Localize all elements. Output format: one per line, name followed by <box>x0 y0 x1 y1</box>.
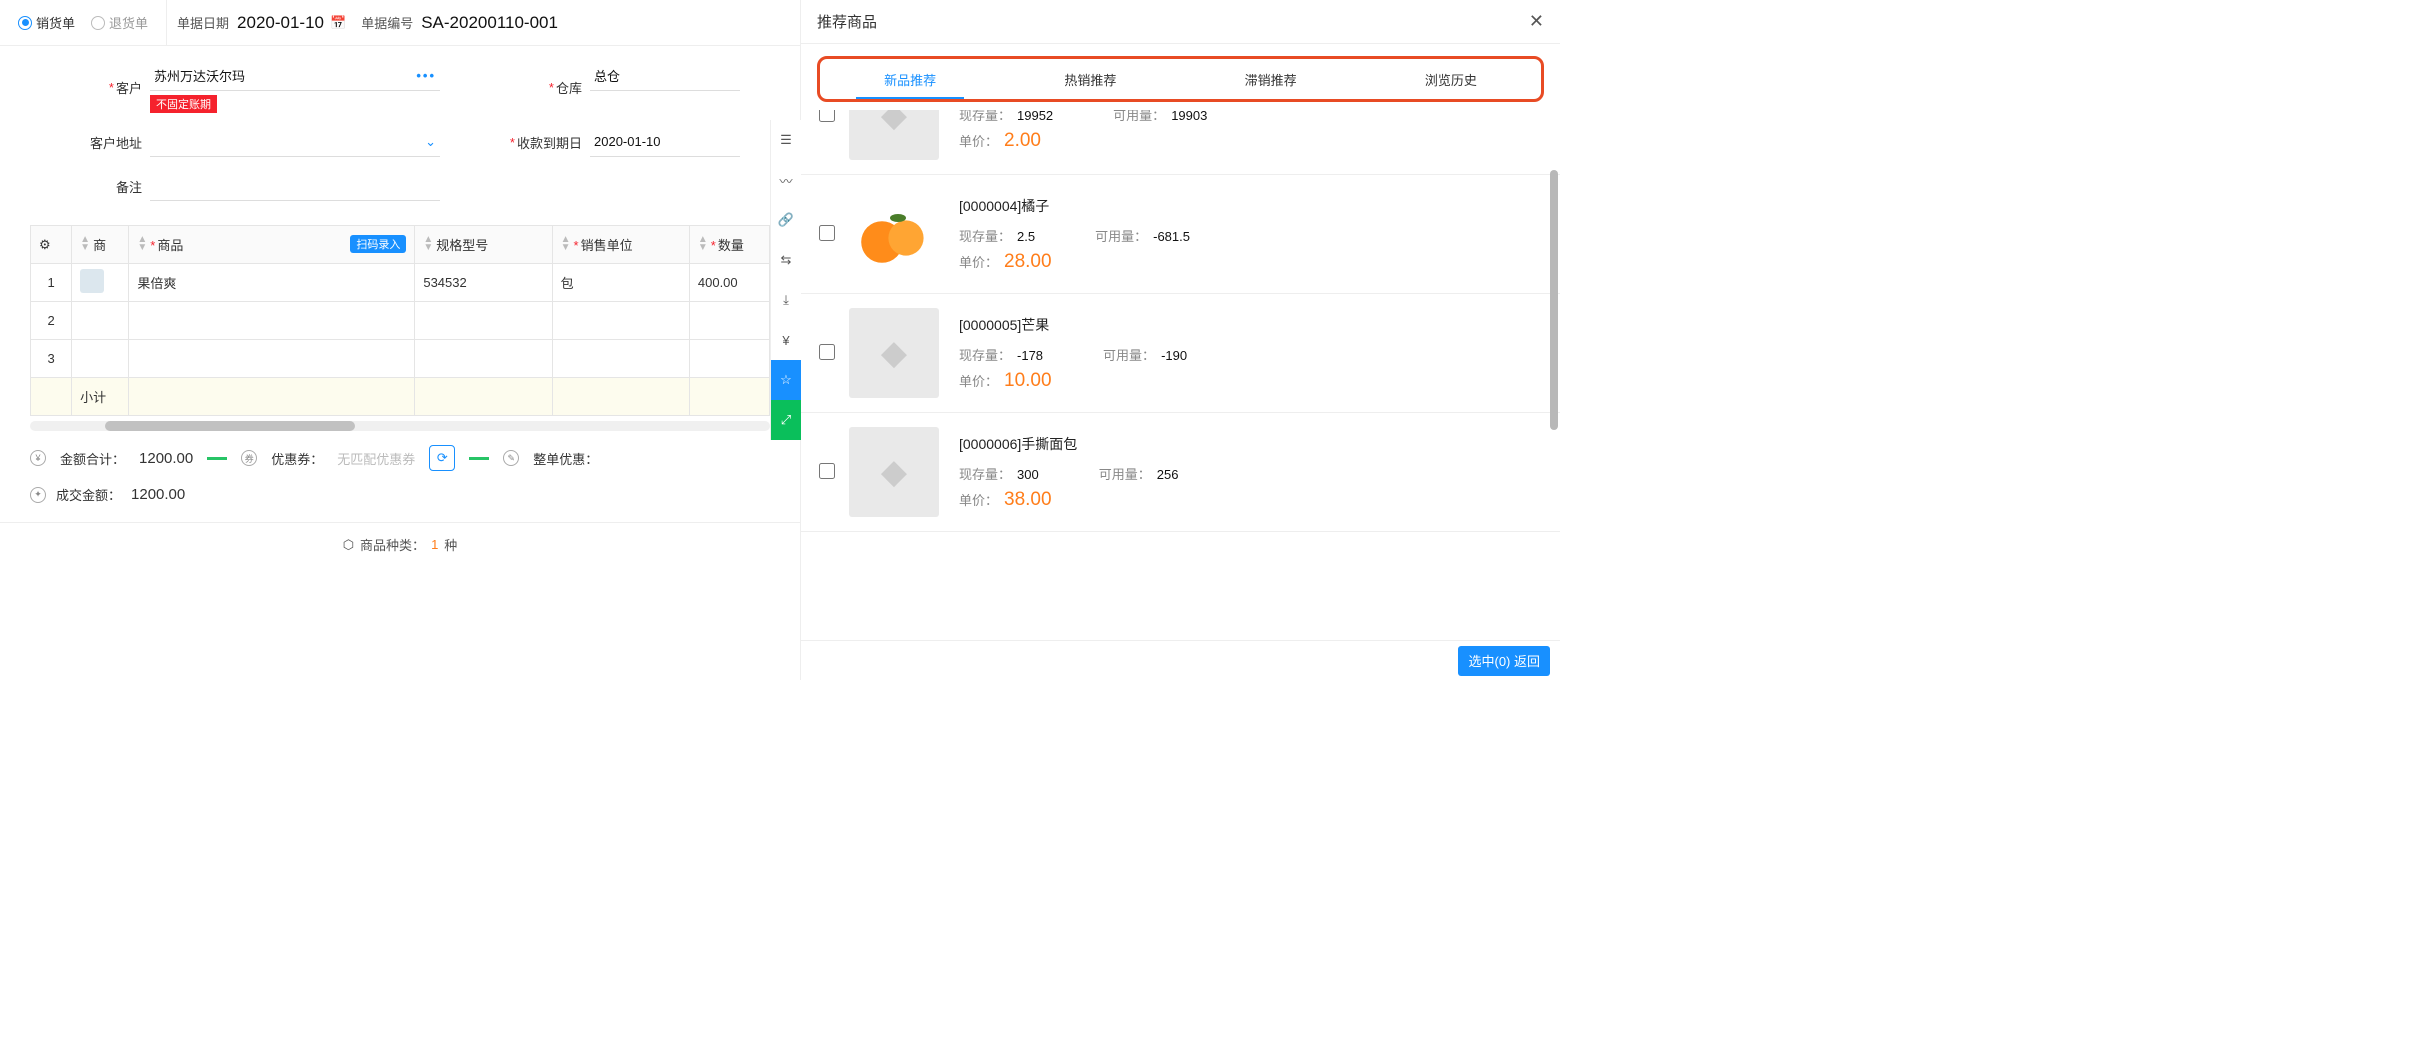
recommend-tabs: 新品推荐 热销推荐 滞销推荐 浏览历史 <box>817 56 1544 102</box>
amount-label: 金额合计： <box>60 449 125 468</box>
radio-return[interactable]: 退货单 <box>91 13 148 32</box>
coupon-icon: 券 <box>241 450 257 466</box>
item-title: [0000006]手撕面包 <box>959 434 1542 454</box>
select-return-button[interactable]: 选中(0) 返回 <box>1458 646 1550 676</box>
table-row[interactable]: 3 <box>31 340 770 378</box>
warehouse-label: 仓库 <box>556 78 582 97</box>
form-area: *客户 苏州万达沃尔玛 ••• 不固定账期 *仓库 总仓 客户地址 ⌄ <box>0 46 800 225</box>
warehouse-field[interactable]: 总仓 <box>590 61 740 91</box>
date-label: 单据日期 <box>177 13 229 32</box>
item-title: [0000005]芒果 <box>959 315 1542 335</box>
table-row[interactable]: 1 果倍爽534532包400.00 <box>31 264 770 302</box>
vertical-toolstrip: ☰ 〰 🔗 ⇆ ⤓ ¥ ☆ ⤢ <box>770 120 800 440</box>
remark-label: 备注 <box>116 177 142 196</box>
th-spec[interactable]: 规格型号 <box>436 238 488 253</box>
item-checkbox[interactable] <box>819 225 835 241</box>
recommend-panel: 推荐商品 ✕ 新品推荐 热销推荐 滞销推荐 浏览历史 ◆ 250ml 现存量：1… <box>800 0 1560 680</box>
recommend-item[interactable]: ◆ 250ml 现存量：19952 可用量：19903 单价：2.00 <box>801 110 1560 175</box>
tool-link-icon[interactable]: 🔗 <box>771 200 801 240</box>
deal-value: 1200.00 <box>131 486 185 503</box>
item-checkbox[interactable] <box>819 463 835 479</box>
addr-field[interactable]: ⌄ <box>150 127 440 157</box>
no-label: 单据编号 <box>361 13 413 32</box>
item-thumbnail: ◆ <box>849 308 939 398</box>
no-value: SA-20200110-001 <box>421 13 558 33</box>
item-thumbnail <box>849 189 939 279</box>
customer-field[interactable]: 苏州万达沃尔玛 ••• <box>150 61 440 91</box>
left-panel: 销货单 退货单 单据日期 2020-01-10 📅 单据编号 SA-202001… <box>0 0 800 680</box>
customer-tag: 不固定账期 <box>150 95 217 113</box>
horizontal-scrollbar[interactable] <box>30 421 770 431</box>
th-qty[interactable]: 数量 <box>718 238 744 253</box>
kinds-label: 商品种类： <box>360 535 425 554</box>
top-bar: 销货单 退货单 单据日期 2020-01-10 📅 单据编号 SA-202001… <box>0 0 800 46</box>
discount-icon: ✎ <box>503 450 519 466</box>
recommend-item[interactable]: [0000004]橘子 现存量：2.5 可用量：-681.5 单价：28.00 <box>801 175 1560 294</box>
item-checkbox[interactable] <box>819 344 835 360</box>
tab-slow[interactable]: 滞销推荐 <box>1181 59 1361 99</box>
tool-swap-icon[interactable]: ⇆ <box>771 240 801 280</box>
recommend-item[interactable]: ◆ [0000006]手撕面包 现存量：300 可用量：256 单价：38.00 <box>801 413 1560 532</box>
close-icon[interactable]: ✕ <box>1529 11 1544 32</box>
totals-row1: ¥ 金额合计： 1200.00 券 优惠券： 无匹配优惠券 ⟳ ✎ 整单优惠： <box>0 431 800 485</box>
tool-chart-icon[interactable]: 〰 <box>771 160 801 200</box>
table-row[interactable]: 2 <box>31 302 770 340</box>
remark-field[interactable] <box>150 171 440 201</box>
tab-history[interactable]: 浏览历史 <box>1361 59 1541 99</box>
subtotal-label: 小计 <box>72 378 129 416</box>
footer-left: ⬡ 商品种类： 1 种 <box>0 522 800 566</box>
th-merch[interactable]: 商 <box>93 238 106 253</box>
coupon-placeholder: 无匹配优惠券 <box>337 449 415 468</box>
tool-doc-icon[interactable]: ☰ <box>771 120 801 160</box>
vertical-scrollbar[interactable] <box>1550 170 1558 430</box>
amount-value: 1200.00 <box>139 450 193 467</box>
grid-table: ⚙ ▲▼商 ▲▼*商品 扫码录入 ▲▼规格型号 ▲▼*销售单位 ▲▼*数量 1 … <box>30 225 770 416</box>
radio-return-label: 退货单 <box>109 13 148 32</box>
date-value[interactable]: 2020-01-10 <box>237 13 324 33</box>
due-field[interactable]: 2020-01-10 <box>590 127 740 157</box>
th-unit[interactable]: 销售单位 <box>581 238 633 253</box>
deal-label: 成交金额： <box>56 485 121 504</box>
ellipsis-icon[interactable]: ••• <box>416 68 436 83</box>
tool-star-icon[interactable]: ☆ <box>771 360 801 400</box>
addr-label: 客户地址 <box>90 133 142 152</box>
item-checkbox[interactable] <box>819 110 835 122</box>
totals-row2: ✦ 成交金额： 1200.00 <box>0 485 800 522</box>
dash-icon <box>207 457 227 460</box>
scan-button[interactable]: 扫码录入 <box>350 235 406 253</box>
calendar-icon[interactable]: 📅 <box>330 15 346 31</box>
radio-sale[interactable]: 销货单 <box>18 13 75 32</box>
th-product[interactable]: 商品 <box>157 238 183 253</box>
coupon-label: 优惠券： <box>271 449 323 468</box>
warehouse-value: 总仓 <box>594 66 620 85</box>
panel-title: 推荐商品 <box>817 11 877 32</box>
refresh-icon[interactable]: ⟳ <box>429 445 455 471</box>
tool-expand-icon[interactable]: ⤢ <box>771 400 801 440</box>
tab-hot[interactable]: 热销推荐 <box>1000 59 1180 99</box>
customer-value: 苏州万达沃尔玛 <box>154 66 245 85</box>
radio-sale-label: 销货单 <box>36 13 75 32</box>
stock-icon: ⬡ <box>343 537 354 553</box>
order-disc-label: 整单优惠： <box>533 449 598 468</box>
item-title: [0000004]橘子 <box>959 196 1542 216</box>
gear-icon[interactable]: ⚙ <box>31 226 72 264</box>
kinds-suffix: 种 <box>444 535 457 554</box>
item-thumbnail: ◆ <box>849 110 939 160</box>
tool-currency-icon[interactable]: ¥ <box>771 320 801 360</box>
recommend-item[interactable]: ◆ [0000005]芒果 现存量：-178 可用量：-190 单价：10.00 <box>801 294 1560 413</box>
due-label: 收款到期日 <box>517 133 582 152</box>
dash-icon-2 <box>469 457 489 460</box>
deal-icon: ✦ <box>30 487 46 503</box>
yen-icon: ¥ <box>30 450 46 466</box>
recommend-list: ◆ 250ml 现存量：19952 可用量：19903 单价：2.00 [000… <box>801 110 1560 640</box>
customer-label: 客户 <box>116 78 142 97</box>
tool-down-icon[interactable]: ⤓ <box>771 280 801 320</box>
due-value: 2020-01-10 <box>594 134 661 149</box>
chevron-down-icon[interactable]: ⌄ <box>425 134 436 150</box>
tab-new[interactable]: 新品推荐 <box>820 59 1000 99</box>
item-thumbnail: ◆ <box>849 427 939 517</box>
kinds-value: 1 <box>431 537 438 552</box>
